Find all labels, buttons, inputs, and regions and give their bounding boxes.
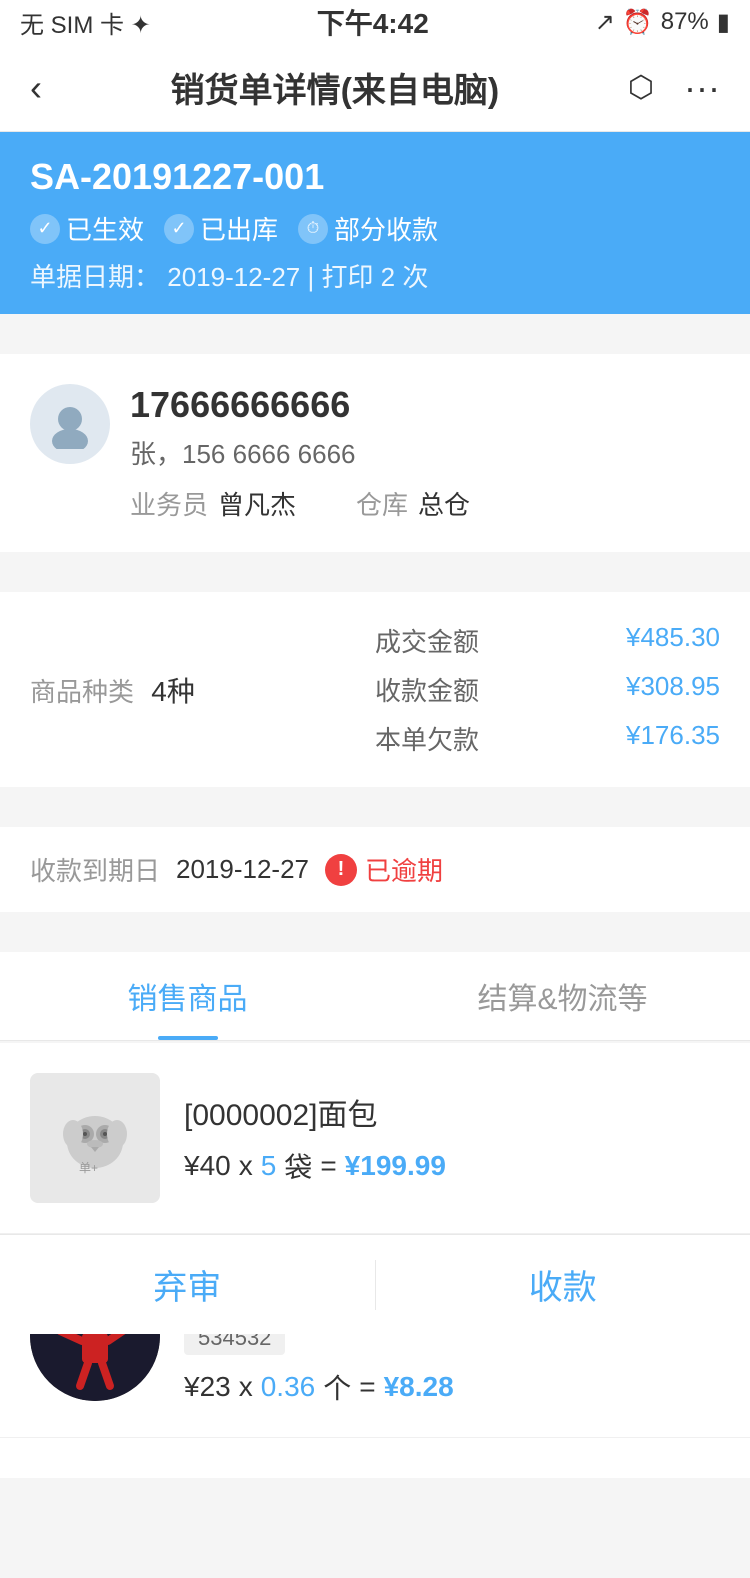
overdue-icon: ! (325, 854, 357, 886)
date-label: 单据日期： (30, 262, 160, 292)
deal-amount-value: ¥485.30 (626, 622, 720, 659)
sales-person: 业务员 曾凡杰 (130, 485, 296, 522)
product-1-info: [0000002]面包 ¥40 x 5 袋 = ¥199.99 (184, 1090, 720, 1186)
divider-1 (0, 314, 750, 334)
received-amount-label: 收款金额 (375, 671, 479, 708)
sales-value: 曾凡杰 (218, 485, 296, 522)
tabs-section: 销售商品 结算&物流等 (0, 952, 750, 1041)
deal-amount-label: 成交金额 (375, 622, 479, 659)
warehouse-value: 总仓 (418, 485, 470, 522)
product-2-qty: 0.36 (261, 1371, 316, 1403)
product-1-multiply: x (239, 1150, 253, 1182)
clock-icon: ⏱ (298, 214, 328, 244)
customer-contact: 张，156 6666 6666 (130, 434, 720, 471)
product-2-multiply: x (239, 1371, 253, 1403)
tab-settlement-label: 结算&物流等 (477, 974, 647, 1018)
confirm-button[interactable]: 收款 (376, 1235, 750, 1334)
product-1-price: ¥40 x 5 袋 = ¥199.99 (184, 1146, 720, 1186)
customer-info: 17666666666 张，156 6666 6666 业务员 曾凡杰 仓库 总… (130, 384, 720, 522)
badge-effective-label: 已生效 (66, 210, 144, 247)
product-types-label: 商品种类 (30, 677, 134, 707)
order-date-info: 单据日期： 2019-12-27 | 打印 2 次 (30, 257, 720, 294)
overdue-badge: ! 已逾期 (325, 851, 443, 888)
owed-amount-row: 本单欠款 ¥176.35 (375, 720, 720, 757)
product-list-footer (0, 1438, 750, 1478)
cancel-button[interactable]: 弃审 (0, 1235, 375, 1334)
product-types: 商品种类 4种 (30, 670, 375, 710)
check-icon-2: ✓ (164, 214, 194, 244)
nav-bar: ‹ 销货单详情(来自电脑) ⬡ ··· (0, 44, 750, 132)
product-2-unit-price: ¥23 (184, 1371, 231, 1403)
warehouse-label: 仓库 (356, 485, 408, 522)
more-button[interactable]: ··· (684, 67, 720, 109)
order-badges: ✓ 已生效 ✓ 已出库 ⏱ 部分收款 (30, 210, 720, 247)
product-1-image: 单+ (30, 1073, 160, 1203)
customer-meta: 业务员 曾凡杰 仓库 总仓 (130, 485, 720, 522)
product-1-placeholder: 单+ (30, 1073, 160, 1203)
owed-amount-label: 本单欠款 (375, 720, 479, 757)
product-types-value: 4种 (151, 676, 195, 707)
divider-4 (0, 912, 750, 932)
owed-amount-value: ¥176.35 (626, 720, 720, 757)
badge-shipped-label: 已出库 (200, 210, 278, 247)
order-header-banner: SA-20191227-001 ✓ 已生效 ✓ 已出库 ⏱ 部分收款 单据日期：… (0, 132, 750, 314)
bottom-bar: 弃审 收款 (0, 1234, 750, 1334)
tab-sales-products-label: 销售商品 (128, 974, 248, 1018)
product-1-unit-price: ¥40 (184, 1150, 231, 1182)
product-1-name: [0000002]面包 (184, 1090, 720, 1134)
deal-amount-row: 成交金额 ¥485.30 (375, 622, 720, 659)
product-2-total: ¥8.28 (384, 1371, 454, 1403)
financial-amounts: 成交金额 ¥485.30 收款金额 ¥308.95 本单欠款 ¥176.35 (375, 622, 720, 757)
amount-section: 商品种类 4种 成交金额 ¥485.30 收款金额 ¥308.95 本单欠款 ¥… (0, 592, 750, 787)
location-icon: ↗ (595, 8, 615, 37)
badge-partial-label: 部分收款 (334, 210, 438, 247)
divider-2 (0, 552, 750, 572)
divider-3 (0, 787, 750, 807)
nav-right-actions: ⬡ ··· (628, 67, 720, 109)
page-title: 销货单详情(来自电脑) (171, 63, 500, 112)
share-button[interactable]: ⬡ (628, 70, 654, 105)
status-bar-right: ↗ ⏰ 87% ▮ (595, 8, 730, 37)
due-date-label: 收款到期日 (30, 851, 160, 888)
warehouse: 仓库 总仓 (356, 485, 470, 522)
status-bar-time: 下午4:42 (317, 2, 429, 42)
product-item: 单+ [0000002]面包 ¥40 x 5 袋 = ¥199.99 (0, 1043, 750, 1234)
sim-status: 无 SIM 卡 ✦ (20, 5, 151, 40)
product-2-equals: = (359, 1371, 375, 1403)
product-2-unit: 个 (323, 1367, 351, 1407)
product-1-unit: 袋 (284, 1146, 312, 1186)
product-2-price: ¥23 x 0.36 个 = ¥8.28 (184, 1367, 720, 1407)
status-bar-left: 无 SIM 卡 ✦ (20, 5, 151, 40)
due-date-section: 收款到期日 2019-12-27 ! 已逾期 (0, 827, 750, 912)
customer-section: 17666666666 张，156 6666 6666 业务员 曾凡杰 仓库 总… (0, 354, 750, 552)
battery-level: 87% (661, 8, 709, 36)
check-icon-1: ✓ (30, 214, 60, 244)
order-id: SA-20191227-001 (30, 156, 720, 198)
back-button[interactable]: ‹ (30, 67, 42, 109)
badge-partial-payment: ⏱ 部分收款 (298, 210, 438, 247)
product-1-total: ¥199.99 (345, 1150, 446, 1182)
status-bar: 无 SIM 卡 ✦ 下午4:42 ↗ ⏰ 87% ▮ (0, 0, 750, 44)
tab-settlement[interactable]: 结算&物流等 (375, 952, 750, 1040)
tab-sales-products[interactable]: 销售商品 (0, 952, 375, 1040)
received-amount-row: 收款金额 ¥308.95 (375, 671, 720, 708)
customer-id: 17666666666 (130, 384, 720, 426)
overdue-text: 已逾期 (365, 851, 443, 888)
order-date: 2019-12-27 (167, 262, 300, 292)
due-date-value: 2019-12-27 (176, 854, 309, 885)
badge-shipped: ✓ 已出库 (164, 210, 278, 247)
print-info: | 打印 2 次 (307, 262, 428, 292)
alarm-icon: ⏰ (623, 8, 653, 37)
sales-label: 业务员 (130, 485, 208, 522)
product-1-equals: = (320, 1150, 336, 1182)
received-amount-value: ¥308.95 (626, 671, 720, 708)
customer-avatar (30, 384, 110, 464)
product-1-qty: 5 (261, 1150, 277, 1182)
svg-text:单+: 单+ (79, 1161, 98, 1175)
badge-effective: ✓ 已生效 (30, 210, 144, 247)
battery-icon: ▮ (717, 8, 730, 37)
